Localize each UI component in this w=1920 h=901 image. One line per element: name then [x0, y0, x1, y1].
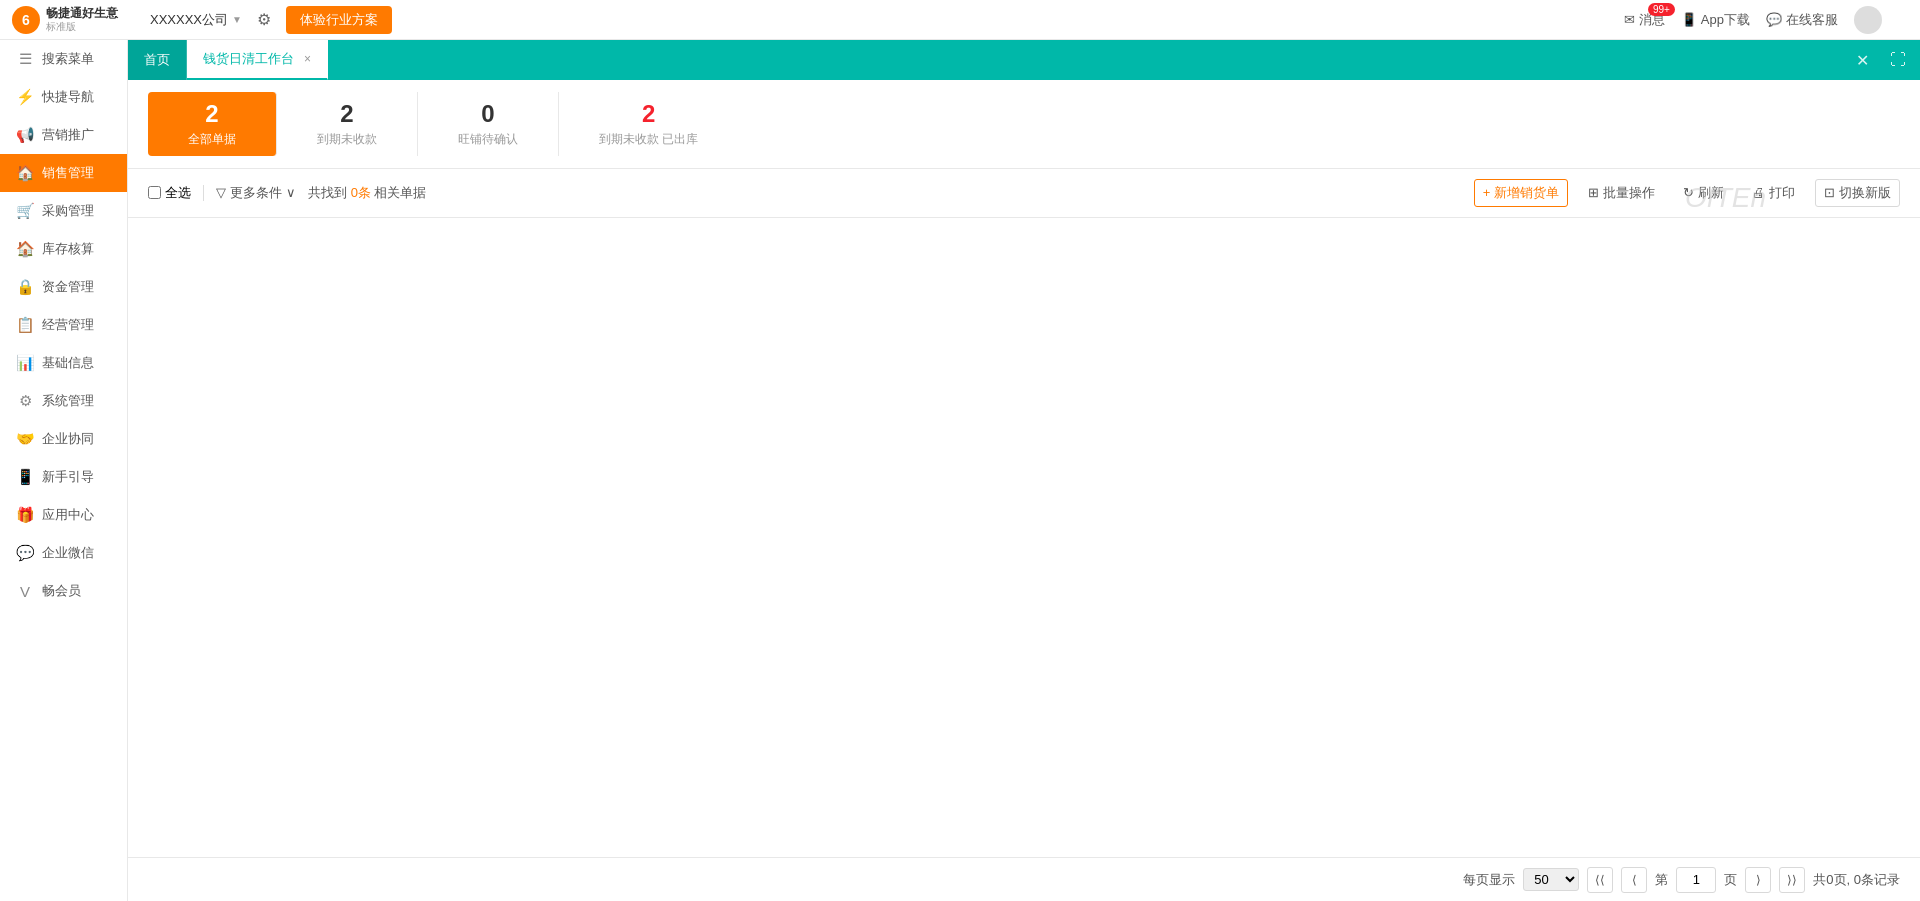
batch-button[interactable]: ⊞ 批量操作 — [1580, 180, 1663, 206]
logo-text: 畅捷通好生意 标准版 — [46, 6, 118, 32]
table-area — [128, 218, 1920, 857]
summary-card-all[interactable]: 2 全部单据 — [148, 92, 277, 156]
summary-card-pending[interactable]: 0 旺铺待确认 — [418, 92, 559, 156]
prev-page-button[interactable]: ⟨ — [1621, 867, 1647, 893]
sidebar-item-system[interactable]: ⚙ 系统管理 — [0, 382, 127, 420]
summary-card-overdue[interactable]: 2 到期未收款 — [277, 92, 418, 156]
guide-icon: 📱 — [16, 468, 34, 486]
summary-cards: 2 全部单据 2 到期未收款 0 旺铺待确认 2 到期未收款 已出库 — [128, 80, 1920, 169]
found-text: 共找到 0条 相关单据 — [308, 184, 426, 202]
sidebar-item-member[interactable]: V 畅会员 — [0, 572, 127, 610]
sidebar-item-enterprise[interactable]: 🤝 企业协同 — [0, 420, 127, 458]
switch-icon: ⊡ — [1824, 185, 1835, 200]
tab-qhrc[interactable]: 钱货日清工作台 × — [187, 40, 328, 80]
switch-version-button[interactable]: ⊡ 切换新版 — [1815, 179, 1900, 207]
tab-home[interactable]: 首页 — [128, 40, 187, 80]
page-input[interactable] — [1676, 867, 1716, 893]
add-sale-button[interactable]: + 新增销货单 — [1474, 179, 1568, 207]
company-selector[interactable]: XXXXXX公司 ▼ — [150, 11, 242, 29]
marketing-icon: 📢 — [16, 126, 34, 144]
sidebar-item-base-info[interactable]: 📊 基础信息 — [0, 344, 127, 382]
batch-icon: ⊞ — [1588, 185, 1599, 200]
chevron-down-icon: ▼ — [232, 14, 242, 25]
total-info: 共0页, 0条记录 — [1813, 871, 1900, 889]
message-badge: 99+ — [1648, 3, 1675, 16]
header-middle: XXXXXX公司 ▼ ⚙ 体验行业方案 — [140, 6, 1624, 34]
message-icon: ✉ — [1624, 12, 1635, 27]
sidebar-item-wechat[interactable]: 💬 企业微信 — [0, 534, 127, 572]
toolbar-right: + 新增销货单 ⊞ 批量操作 ↻ 刷新 🖨 打印 ⊡ — [1474, 179, 1900, 207]
member-icon: V — [16, 583, 34, 600]
trial-button[interactable]: 体验行业方案 — [286, 6, 392, 34]
per-page-label: 每页显示 — [1463, 871, 1515, 889]
header-right: ✉ 消息 99+ 📱 App下载 💬 在线客服 — [1624, 6, 1908, 34]
divider — [203, 185, 204, 201]
per-page-select[interactable]: 50 100 200 — [1523, 868, 1579, 891]
sidebar-item-search-menu[interactable]: ☰ 搜索菜单 — [0, 40, 127, 78]
sidebar-item-finance[interactable]: 🔒 资金管理 — [0, 268, 127, 306]
settings-button[interactable]: ⚙ — [250, 6, 278, 34]
nav-tabs-bar: 首页 钱货日清工作台 × ✕ ⛶ — [128, 40, 1920, 80]
sidebar-item-purchase[interactable]: 🛒 采购管理 — [0, 192, 127, 230]
refresh-icon: ↻ — [1683, 185, 1694, 200]
sidebar-item-guide[interactable]: 📱 新手引导 — [0, 458, 127, 496]
tab-close-icon[interactable]: × — [304, 52, 311, 66]
last-page-button[interactable]: ⟩⟩ — [1779, 867, 1805, 893]
sidebar-item-marketing[interactable]: 📢 营销推广 — [0, 116, 127, 154]
app-download-button[interactable]: 📱 App下载 — [1681, 11, 1750, 29]
page-label: 第 — [1655, 871, 1668, 889]
message-button[interactable]: ✉ 消息 99+ — [1624, 11, 1665, 29]
search-menu-icon: ☰ — [16, 50, 34, 68]
sidebar-item-app-center[interactable]: 🎁 应用中心 — [0, 496, 127, 534]
sidebar-item-inventory[interactable]: 🏠 库存核算 — [0, 230, 127, 268]
operation-icon: 📋 — [16, 316, 34, 334]
online-service-button[interactable]: 💬 在线客服 — [1766, 11, 1838, 29]
download-icon: 📱 — [1681, 12, 1697, 27]
logo-area: 6 畅捷通好生意 标准版 — [12, 6, 140, 34]
wechat-icon: 💬 — [16, 544, 34, 562]
sidebar-item-sales[interactable]: 🏠 销售管理 — [0, 154, 127, 192]
main-layout: ☰ 搜索菜单 ⚡ 快捷导航 📢 营销推广 🏠 销售管理 🛒 采购管理 🏠 库存核… — [0, 40, 1920, 901]
top-header: 6 畅捷通好生意 标准版 XXXXXX公司 ▼ ⚙ 体验行业方案 ✉ 消息 99… — [0, 0, 1920, 40]
sidebar-item-operation[interactable]: 📋 经营管理 — [0, 306, 127, 344]
purchase-icon: 🛒 — [16, 202, 34, 220]
chevron-down-icon: ∨ — [286, 185, 296, 200]
service-icon: 💬 — [1766, 12, 1782, 27]
refresh-button[interactable]: ↻ 刷新 — [1675, 180, 1732, 206]
logo-icon: 6 — [12, 6, 40, 34]
select-all-input[interactable] — [148, 186, 161, 199]
page-area: 2 全部单据 2 到期未收款 0 旺铺待确认 2 到期未收款 已出库 — [128, 80, 1920, 901]
main-content: 首页 钱货日清工作台 × ✕ ⛶ 2 全部单据 2 到期未收款 — [128, 40, 1920, 901]
finance-icon: 🔒 — [16, 278, 34, 296]
filter-button[interactable]: ▽ 更多条件 ∨ — [216, 184, 296, 202]
avatar[interactable] — [1854, 6, 1882, 34]
app-center-icon: 🎁 — [16, 506, 34, 524]
page-suffix: 页 — [1724, 871, 1737, 889]
system-icon: ⚙ — [16, 392, 34, 410]
summary-card-overdue-shipped[interactable]: 2 到期未收款 已出库 — [559, 92, 738, 156]
next-page-button[interactable]: ⟩ — [1745, 867, 1771, 893]
pagination-bar: 每页显示 50 100 200 ⟨⟨ ⟨ 第 页 ⟩ ⟩⟩ 共0页, 0条记录 — [128, 857, 1920, 901]
base-info-icon: 📊 — [16, 354, 34, 372]
nav-tabs-right: ✕ ⛶ — [1848, 40, 1920, 80]
print-icon: 🖨 — [1752, 185, 1765, 200]
select-all-checkbox[interactable]: 全选 — [148, 184, 191, 202]
tab-expand-icon[interactable]: ⛶ — [1884, 46, 1912, 74]
sales-icon: 🏠 — [16, 164, 34, 182]
sidebar: ☰ 搜索菜单 ⚡ 快捷导航 📢 营销推广 🏠 销售管理 🛒 采购管理 🏠 库存核… — [0, 40, 128, 901]
tab-close-window-icon[interactable]: ✕ — [1848, 46, 1876, 74]
first-page-button[interactable]: ⟨⟨ — [1587, 867, 1613, 893]
filter-icon: ▽ — [216, 185, 226, 200]
inventory-icon: 🏠 — [16, 240, 34, 258]
print-button[interactable]: 🖨 打印 — [1744, 180, 1803, 206]
quick-nav-icon: ⚡ — [16, 88, 34, 106]
sidebar-item-quick-nav[interactable]: ⚡ 快捷导航 — [0, 78, 127, 116]
enterprise-icon: 🤝 — [16, 430, 34, 448]
toolbar: 全选 ▽ 更多条件 ∨ 共找到 0条 相关单据 + 新增销货单 — [128, 169, 1920, 218]
found-count: 0条 — [351, 185, 371, 200]
